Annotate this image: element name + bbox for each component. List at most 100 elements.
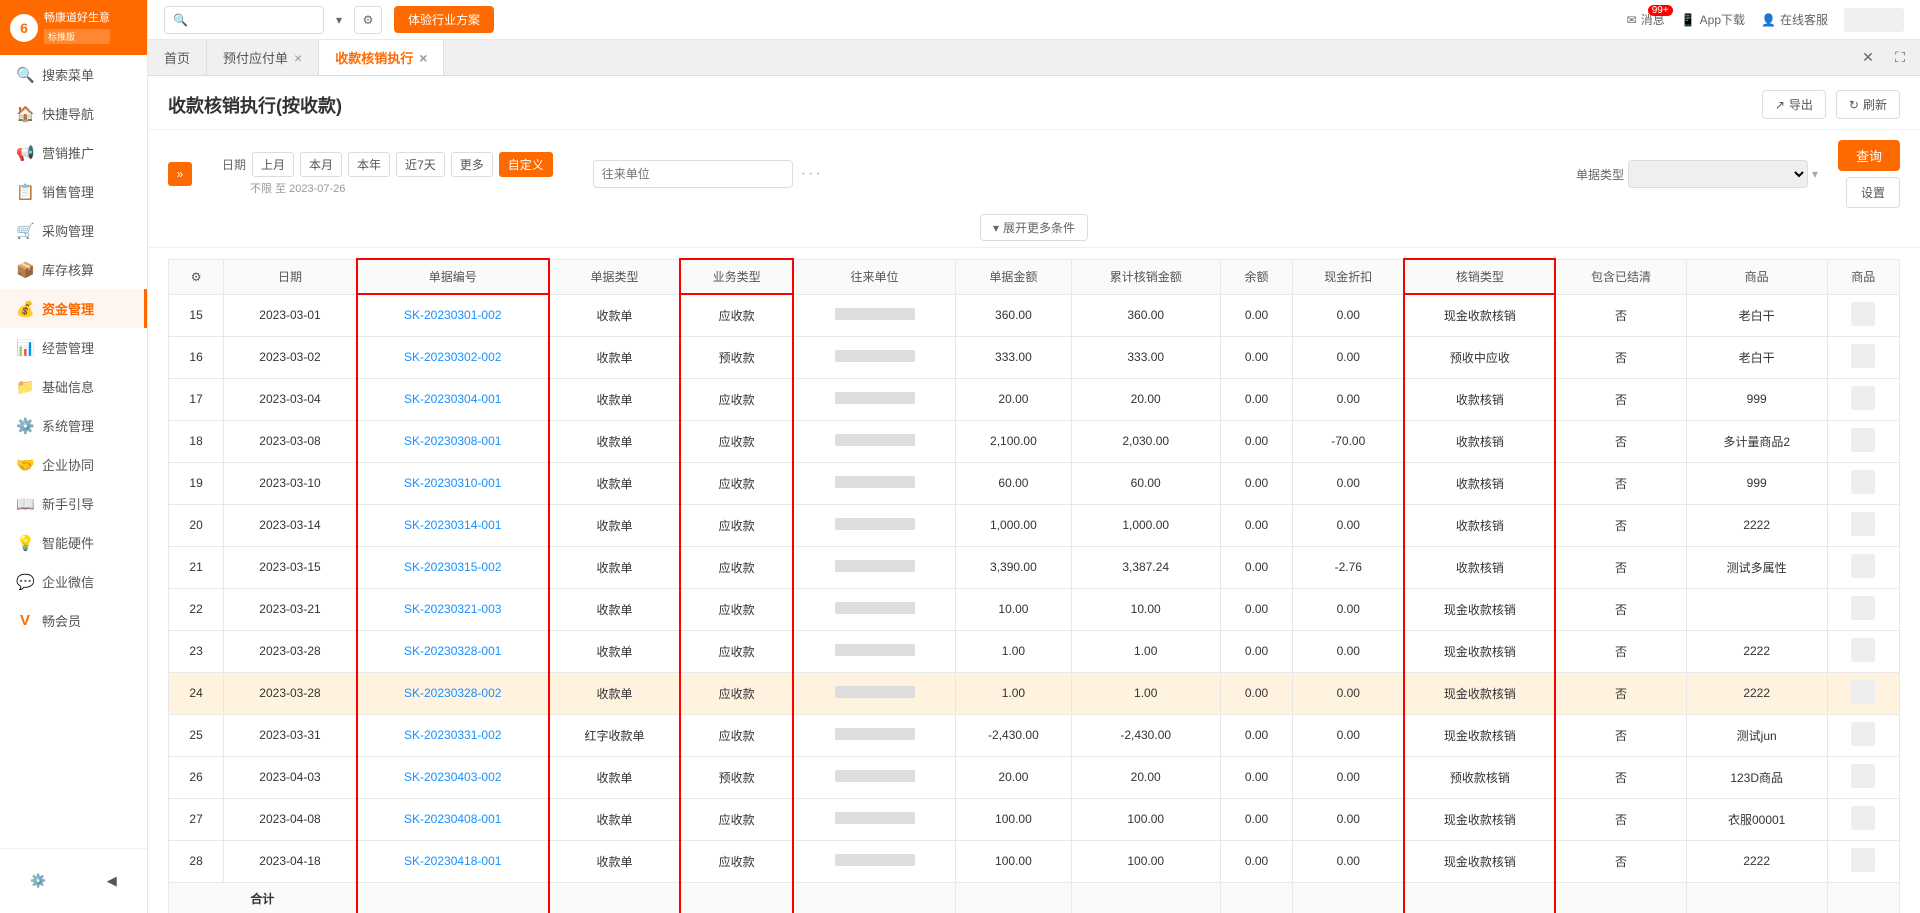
- tab-collection-close[interactable]: ×: [419, 51, 427, 65]
- td-total-offset: 1,000.00: [1071, 504, 1220, 546]
- sidebar-item-finance[interactable]: 💰 资金管理: [0, 289, 147, 328]
- td-product: [1686, 588, 1827, 630]
- th-cash-discount: 现金折扣: [1293, 259, 1405, 294]
- td-include-settled: 否: [1555, 714, 1686, 756]
- counterparty-dots-btn[interactable]: ···: [797, 165, 827, 183]
- sidebar-label-sales: 销售管理: [42, 182, 94, 201]
- export-btn[interactable]: ↗ 导出: [1762, 90, 1826, 119]
- filter-settings-btn[interactable]: 设置: [1846, 177, 1900, 208]
- date-btn-this-month[interactable]: 本月: [300, 152, 342, 177]
- refresh-btn[interactable]: ↻ 刷新: [1836, 90, 1900, 119]
- td-product2: [1827, 504, 1899, 546]
- tab-collection[interactable]: 收款核销执行 ×: [319, 40, 444, 75]
- tab-collection-label: 收款核销执行: [335, 48, 413, 67]
- expand-conditions-btn[interactable]: ▾ 展开更多条件: [980, 214, 1088, 241]
- td-date: 2023-03-01: [224, 294, 357, 336]
- query-btn[interactable]: 查询: [1838, 140, 1900, 171]
- sidebar-item-system[interactable]: ⚙️ 系统管理: [0, 406, 147, 445]
- counterparty-input[interactable]: [593, 160, 793, 188]
- th-counterparty: 往来单位: [793, 259, 956, 294]
- td-no: 25: [169, 714, 224, 756]
- sidebar-item-quick-nav[interactable]: 🏠 快捷导航: [0, 94, 147, 133]
- td-total-offset: 100.00: [1071, 798, 1220, 840]
- td-offset-type: 收款核销: [1404, 546, 1555, 588]
- td-cash-discount: -70.00: [1293, 420, 1405, 462]
- sidebar-item-guide[interactable]: 📖 新手引导: [0, 484, 147, 523]
- td-offset-type: 现金收款核销: [1404, 588, 1555, 630]
- tab-maximize-btn[interactable]: ⛶: [1888, 46, 1912, 70]
- top-search-box: 🔍: [164, 6, 324, 34]
- td-product: 2222: [1686, 630, 1827, 672]
- gear-btn[interactable]: ⚙: [354, 6, 382, 34]
- td-counterparty: [793, 840, 956, 882]
- doc-no-link[interactable]: SK-20230310-001: [404, 476, 501, 490]
- td-doc-type: 收款单: [549, 756, 681, 798]
- expand-arrow-btn[interactable]: »: [168, 162, 192, 186]
- app-download-btn[interactable]: 📱 App下载: [1681, 11, 1745, 28]
- td-balance: 0.00: [1220, 798, 1292, 840]
- td-product2: [1827, 756, 1899, 798]
- doc-no-link[interactable]: SK-20230408-001: [404, 812, 501, 826]
- sidebar-item-member[interactable]: V 畅会员: [0, 601, 147, 640]
- td-amount: 1.00: [956, 630, 1071, 672]
- header-dropdown[interactable]: ▾: [336, 13, 342, 27]
- doc-no-link[interactable]: SK-20230302-002: [404, 350, 501, 364]
- online-service-btn[interactable]: 👤 在线客服: [1761, 11, 1828, 28]
- th-settings[interactable]: ⚙: [169, 259, 224, 294]
- doc-no-link[interactable]: SK-20230328-002: [404, 686, 501, 700]
- table-header-row: ⚙ 日期 单据编号 单据类型 业务类型 往来单位 单据金额 累计核销金额 余额 …: [169, 259, 1900, 294]
- sidebar-item-purchase[interactable]: 🛒 采购管理: [0, 211, 147, 250]
- td-product: 测试jun: [1686, 714, 1827, 756]
- industry-btn[interactable]: 体验行业方案: [394, 6, 494, 33]
- tab-close-all-btn[interactable]: ✕: [1856, 46, 1880, 70]
- sidebar-item-search[interactable]: 🔍 搜索菜单: [0, 55, 147, 94]
- td-doc-no: SK-20230315-002: [357, 546, 549, 588]
- td-biz-type: 应收款: [680, 420, 792, 462]
- date-btn-more[interactable]: 更多: [451, 152, 493, 177]
- table-row: 28 2023-04-18 SK-20230418-001 收款单 应收款 10…: [169, 840, 1900, 882]
- doc-no-link[interactable]: SK-20230304-001: [404, 392, 501, 406]
- doc-no-link[interactable]: SK-20230301-002: [404, 308, 501, 322]
- message-icon: ✉: [1627, 13, 1637, 27]
- sidebar-item-hardware[interactable]: 💡 智能硬件: [0, 523, 147, 562]
- doc-no-link[interactable]: SK-20230308-001: [404, 434, 501, 448]
- sidebar-item-marketing[interactable]: 📢 营销推广: [0, 133, 147, 172]
- messages-btn[interactable]: ✉ 消息 99+: [1627, 11, 1665, 28]
- td-counterparty: [793, 714, 956, 756]
- sidebar-item-basic[interactable]: 📁 基础信息: [0, 367, 147, 406]
- tab-home[interactable]: 首页: [148, 40, 207, 75]
- date-btn-last-month[interactable]: 上月: [252, 152, 294, 177]
- doc-type-select[interactable]: [1628, 160, 1808, 188]
- doc-no-link[interactable]: SK-20230418-001: [404, 854, 501, 868]
- doc-type-label: 单据类型: [1576, 166, 1624, 183]
- doc-no-link[interactable]: SK-20230331-002: [404, 728, 501, 742]
- td-offset-type: 预收中应收: [1404, 336, 1555, 378]
- date-btn-custom[interactable]: 自定义: [499, 152, 553, 177]
- td-balance: 0.00: [1220, 588, 1292, 630]
- sidebar-settings-btn[interactable]: ⚙️: [24, 867, 52, 895]
- sidebar-item-inventory[interactable]: 📦 库存核算: [0, 250, 147, 289]
- sidebar-item-sales[interactable]: 📋 销售管理: [0, 172, 147, 211]
- tab-prepay[interactable]: 预付应付单 ×: [207, 40, 319, 75]
- date-filter-top: 日期 上月 本月 本年 近7天 更多 自定义: [222, 152, 553, 177]
- td-offset-type: 预收款核销: [1404, 756, 1555, 798]
- filter-expand-row: ▾ 展开更多条件: [168, 214, 1900, 241]
- doc-no-link[interactable]: SK-20230403-002: [404, 770, 501, 784]
- doc-no-link[interactable]: SK-20230315-002: [404, 560, 501, 574]
- sidebar-item-operations[interactable]: 📊 经营管理: [0, 328, 147, 367]
- date-btn-this-year[interactable]: 本年: [348, 152, 390, 177]
- td-offset-type: 现金收款核销: [1404, 840, 1555, 882]
- sidebar-item-wechat[interactable]: 💬 企业微信: [0, 562, 147, 601]
- td-product: 999: [1686, 462, 1827, 504]
- expand-arrow-icon[interactable]: »: [168, 162, 192, 186]
- doc-no-link[interactable]: SK-20230328-001: [404, 644, 501, 658]
- doc-no-link[interactable]: SK-20230314-001: [404, 518, 501, 532]
- td-product: 2222: [1686, 504, 1827, 546]
- date-btn-7days[interactable]: 近7天: [396, 152, 445, 177]
- tab-prepay-close[interactable]: ×: [294, 51, 302, 65]
- filter-area: » 日期 上月 本月 本年 近7天 更多 自定义 不限 至 2023-07-26: [148, 130, 1920, 248]
- sidebar-collapse-btn[interactable]: ◀: [101, 867, 123, 895]
- wechat-icon: 💬: [16, 573, 34, 591]
- sidebar-item-enterprise[interactable]: 🤝 企业协同: [0, 445, 147, 484]
- doc-no-link[interactable]: SK-20230321-003: [404, 602, 501, 616]
